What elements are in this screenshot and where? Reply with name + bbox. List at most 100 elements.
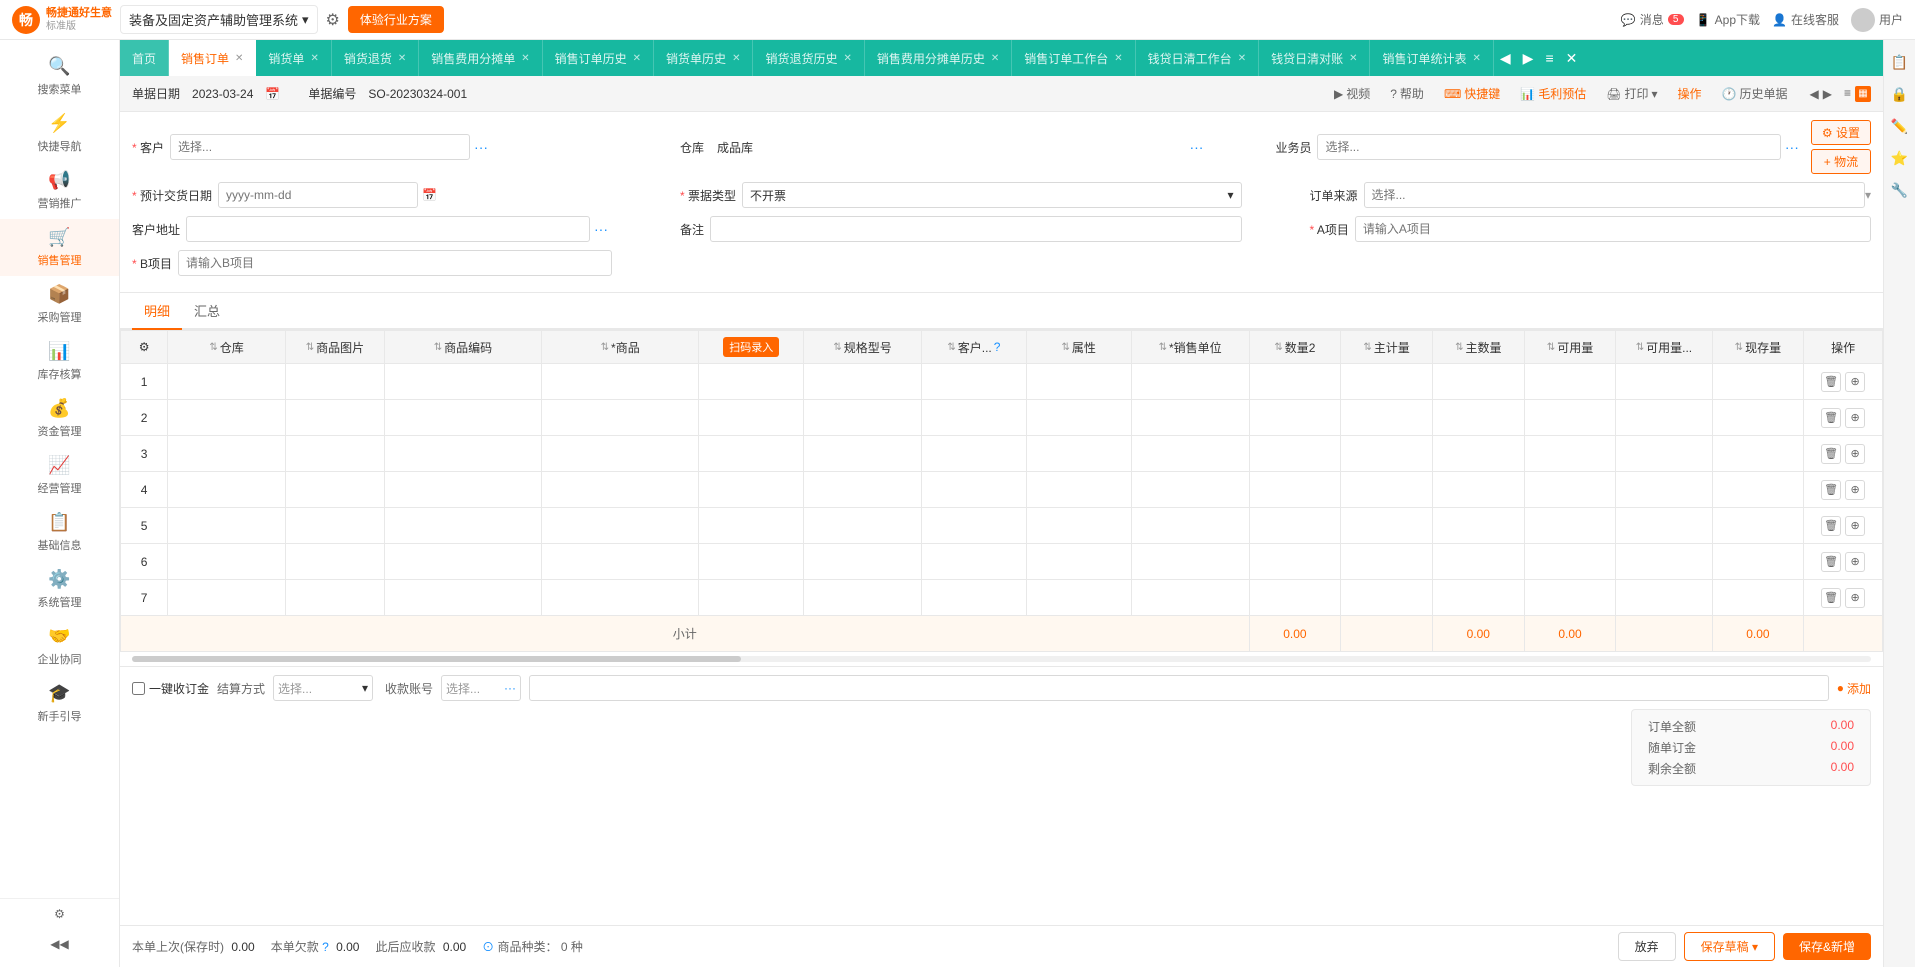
sidebar-item-guide[interactable]: 🎓 新手引导 <box>0 675 119 732</box>
scan-btn[interactable]: 扫码录入 <box>723 337 779 357</box>
sidebar-item-sales[interactable]: 🛒 销售管理 <box>0 219 119 276</box>
tab-sales-order[interactable]: 销售订单 ✕ <box>169 40 256 76</box>
sidebar-item-system[interactable]: ⚙️ 系统管理 <box>0 561 119 618</box>
tab-return-goods[interactable]: 销货退货 ✕ <box>332 40 419 76</box>
row-delete-btn[interactable]: 🗑 <box>1821 444 1841 464</box>
row-copy-btn[interactable]: ⊕ <box>1845 444 1865 464</box>
history-btn[interactable]: 🕐 历史单据 <box>1716 82 1794 105</box>
one-click-checkbox[interactable]: 一键收订金 <box>132 680 209 697</box>
row-qty2[interactable] <box>1249 364 1341 400</box>
sidebar-item-basic[interactable]: 📋 基础信息 <box>0 504 119 561</box>
th-code[interactable]: ⇅ 商品编码 <box>384 331 541 364</box>
warehouse-more-btn[interactable]: ··· <box>1185 139 1207 155</box>
th-qty2[interactable]: ⇅ 数量2 <box>1249 331 1341 364</box>
row-copy-btn[interactable]: ⊕ <box>1845 480 1865 500</box>
th-attr[interactable]: ⇅ 属性 <box>1026 331 1131 364</box>
row-copy-btn[interactable]: ⊕ <box>1845 516 1865 536</box>
customer-input[interactable] <box>170 134 470 160</box>
b-project-input[interactable] <box>178 250 612 276</box>
tab-order-workbench[interactable]: 销售订单工作台 ✕ <box>1012 40 1135 76</box>
row-delete-btn[interactable]: 🗑 <box>1821 408 1841 428</box>
calendar2-icon[interactable]: 📅 <box>422 188 437 202</box>
row-main-qty[interactable] <box>1432 364 1524 400</box>
tab-daily-reconcile[interactable]: 钱贷日清对账 ✕ <box>1259 40 1370 76</box>
sidebar-item-purchase[interactable]: 📦 采购管理 <box>0 276 119 333</box>
tab-home[interactable]: 首页 <box>120 40 169 76</box>
salesperson-input[interactable] <box>1317 134 1780 160</box>
row-copy-btn[interactable]: ⊕ <box>1845 588 1865 608</box>
tab-close-return-goods[interactable]: ✕ <box>398 53 406 64</box>
row-delete-btn[interactable]: 🗑 <box>1821 552 1841 572</box>
tab-expense-split[interactable]: 销售费用分摊单 ✕ <box>419 40 542 76</box>
row-attr[interactable] <box>1026 364 1131 400</box>
tab-close-sales-return[interactable]: ✕ <box>310 53 318 64</box>
row-avail[interactable] <box>1524 364 1616 400</box>
sidebar-collapse-btn[interactable]: ◀◀ <box>0 929 119 959</box>
row-product[interactable] <box>542 364 699 400</box>
th-main-qty[interactable]: ⇅ 主数量 <box>1432 331 1524 364</box>
save-new-button[interactable]: 保存&新增 <box>1783 933 1871 960</box>
app-download-item[interactable]: 📱 App下载 <box>1696 11 1760 28</box>
next-record-btn[interactable]: ▶ <box>1823 87 1832 101</box>
profit-btn[interactable]: 📊 毛利预估 <box>1514 82 1592 105</box>
order-source-input[interactable] <box>1364 182 1865 208</box>
shortcut-btn[interactable]: ⌨ 快捷键 <box>1438 82 1506 105</box>
tab-detail[interactable]: 明细 <box>132 293 182 330</box>
sidebar-settings-btn[interactable]: ⚙ <box>0 899 119 929</box>
grid-view-btn[interactable]: ≡ <box>1844 86 1851 102</box>
sidebar-item-search[interactable]: 🔍 搜索菜单 <box>0 48 119 105</box>
tab-daily-clear[interactable]: 钱贷日清工作台 ✕ <box>1136 40 1259 76</box>
memo-input[interactable] <box>710 216 1241 242</box>
tab-close-sales-history[interactable]: ✕ <box>732 53 740 64</box>
settings-btn[interactable]: ⚙ 设置 <box>1811 120 1871 145</box>
prev-record-btn[interactable]: ◀ <box>1810 87 1819 101</box>
salesperson-more-btn[interactable]: ··· <box>1781 139 1803 155</box>
th-warehouse[interactable]: ⇅ 仓库 <box>168 331 286 364</box>
tab-close-all-btn[interactable]: ✕ <box>1560 40 1584 76</box>
tab-close-order-history[interactable]: ✕ <box>633 53 641 64</box>
tab-more-btn[interactable]: ≡ <box>1539 40 1559 76</box>
row-warehouse[interactable] <box>168 364 286 400</box>
tab-close-return-history[interactable]: ✕ <box>843 53 851 64</box>
add-payment-btn[interactable]: ● 添加 <box>1837 680 1871 697</box>
row-copy-btn[interactable]: ⊕ <box>1845 372 1865 392</box>
right-panel-btn-4[interactable]: ⭐ <box>1886 144 1914 172</box>
th-main-unit[interactable]: ⇅ 主计量 <box>1341 331 1433 364</box>
th-avail[interactable]: ⇅ 可用量 <box>1524 331 1616 364</box>
row-copy-btn[interactable]: ⊕ <box>1845 552 1865 572</box>
row-code[interactable] <box>384 364 541 400</box>
tab-sales-return[interactable]: 销货单 ✕ <box>256 40 331 76</box>
system-name[interactable]: 装备及固定资产辅助管理系统 ▾ <box>120 5 318 34</box>
view-video-btn[interactable]: ▶ 视频 <box>1328 82 1376 105</box>
messages-item[interactable]: 💬 消息 5 <box>1621 11 1684 28</box>
tab-sales-stats[interactable]: 销售订单统计表 ✕ <box>1370 40 1493 76</box>
card-view-btn[interactable]: ▦ <box>1855 86 1871 102</box>
row-copy-btn[interactable]: ⊕ <box>1845 408 1865 428</box>
calendar-icon[interactable]: 📅 <box>265 87 280 101</box>
customer-more-btn[interactable]: ··· <box>470 139 492 155</box>
sidebar-item-corp[interactable]: 🤝 企业协同 <box>0 618 119 675</box>
right-panel-btn-2[interactable]: 🔒 <box>1886 80 1914 108</box>
row-delete-btn[interactable]: 🗑 <box>1821 480 1841 500</box>
sidebar-item-quicknav[interactable]: ⚡ 快捷导航 <box>0 105 119 162</box>
tab-close-order-workbench[interactable]: ✕ <box>1114 53 1122 64</box>
help-btn[interactable]: ? 帮助 <box>1384 82 1430 105</box>
solution-button[interactable]: 体验行业方案 <box>348 6 444 33</box>
th-avail2[interactable]: ⇅ 可用量... <box>1616 331 1712 364</box>
tab-next-btn[interactable]: ▶ <box>1517 40 1540 76</box>
settings-gear-icon[interactable]: ⚙ <box>326 10 340 30</box>
row-sales-unit[interactable] <box>1131 364 1249 400</box>
row-delete-btn[interactable]: 🗑 <box>1821 588 1841 608</box>
row-delete-btn[interactable]: 🗑 <box>1821 516 1841 536</box>
payment-amount-input[interactable]: 0.00 <box>529 675 1829 701</box>
address-more-btn[interactable]: ··· <box>590 221 612 237</box>
sidebar-item-finance[interactable]: 💰 资金管理 <box>0 390 119 447</box>
settlement-select[interactable]: 选择... ▾ <box>273 675 373 701</box>
user-item[interactable]: 用户 <box>1851 8 1903 32</box>
row-stock[interactable] <box>1712 364 1804 400</box>
th-stock[interactable]: ⇅ 现存量 <box>1712 331 1804 364</box>
sidebar-item-marketing[interactable]: 📢 营销推广 <box>0 162 119 219</box>
row-delete-btn[interactable]: 🗑 <box>1821 372 1841 392</box>
right-panel-btn-3[interactable]: ✏️ <box>1886 112 1914 140</box>
th-settings[interactable]: ⚙ <box>121 331 168 364</box>
